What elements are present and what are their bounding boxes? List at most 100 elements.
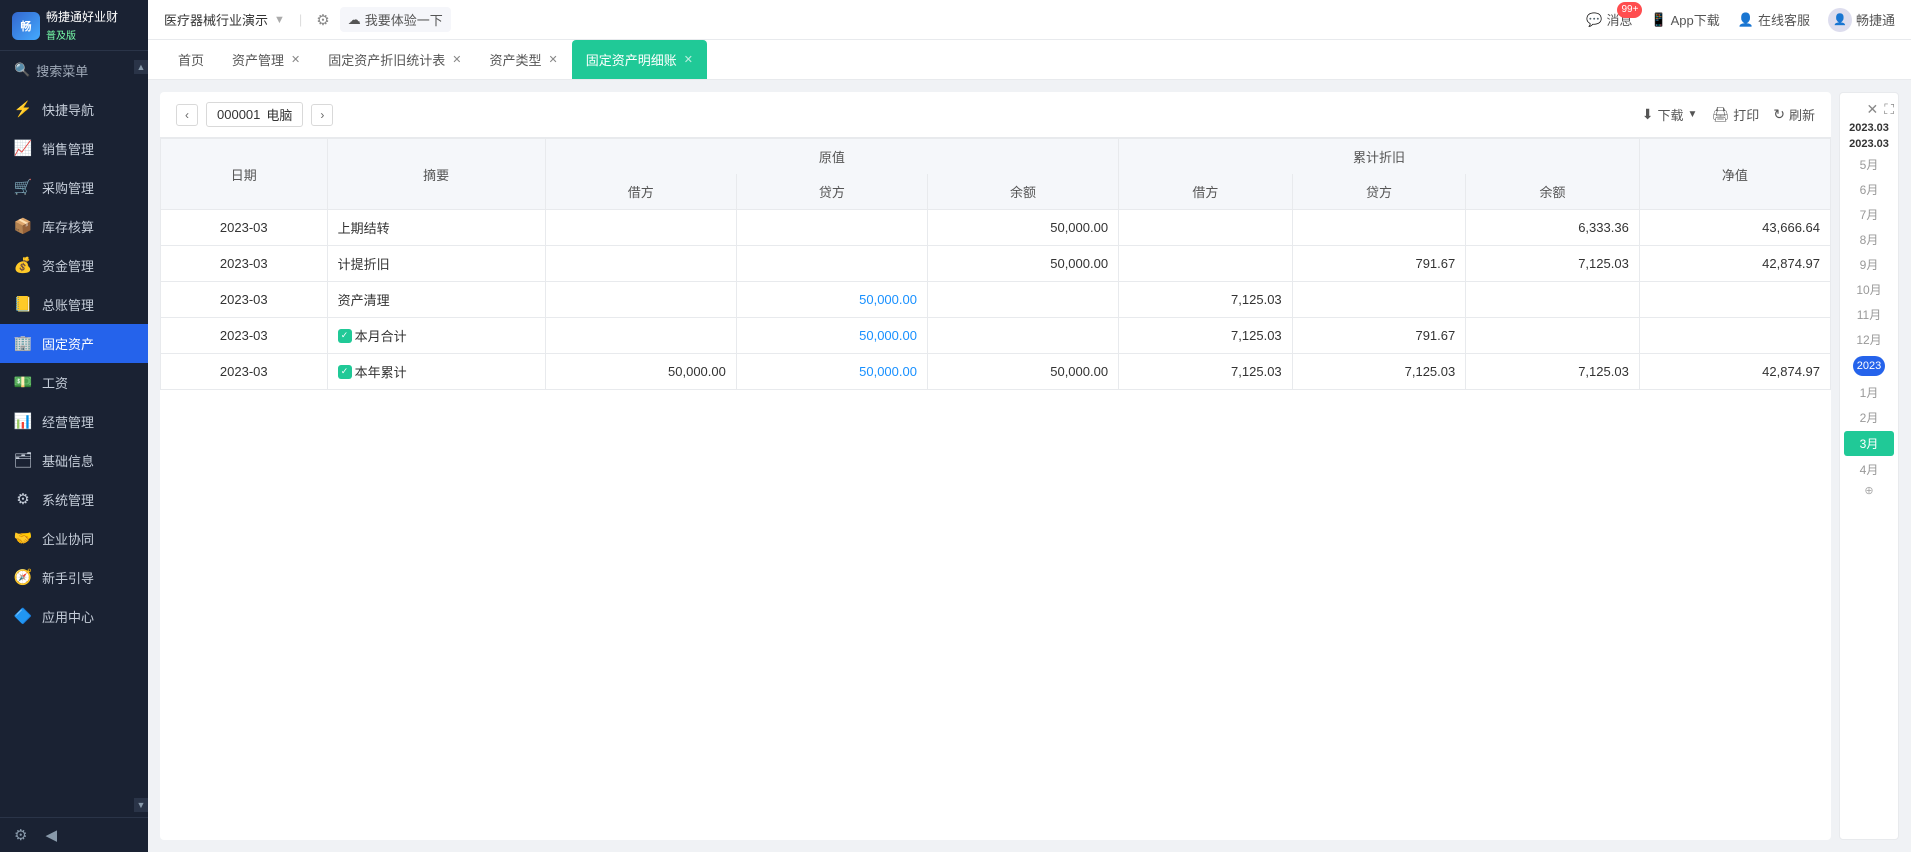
- cell-date: 2023-03: [161, 210, 328, 246]
- tab-asset-type[interactable]: 资产类型 ✕: [475, 40, 571, 79]
- sidebar-item-sales[interactable]: 📈 销售管理: [0, 129, 148, 168]
- timeline-month-item[interactable]: 11月: [1840, 302, 1898, 327]
- asset-prev-button[interactable]: ‹: [176, 104, 198, 126]
- customer-service-button[interactable]: 👤 在线客服: [1738, 10, 1810, 29]
- asset-next-button[interactable]: ›: [311, 104, 333, 126]
- settings-icon[interactable]: ⚙: [14, 826, 27, 844]
- timeline-month-item[interactable]: 2月: [1840, 405, 1898, 430]
- cell-summary: ✓ 本年累计: [327, 354, 545, 390]
- apps-icon: 🔷: [14, 607, 32, 625]
- tab-asset-detail[interactable]: 固定资产明细账 ✕: [572, 40, 707, 79]
- refresh-icon: ↻: [1773, 106, 1785, 123]
- tab-depreciation-stats-label: 固定资产折旧统计表: [328, 50, 445, 69]
- experience-button[interactable]: ☁ 我要体验一下: [340, 7, 451, 32]
- current-year-badge[interactable]: 2023: [1853, 356, 1885, 376]
- refresh-button[interactable]: ↻ 刷新: [1773, 105, 1815, 124]
- refresh-label: 刷新: [1789, 105, 1815, 124]
- cell-orig-balance: [927, 318, 1118, 354]
- company-dropdown-icon[interactable]: ▼: [274, 14, 285, 26]
- cell-orig-balance: [927, 282, 1118, 318]
- tab-home[interactable]: 首页: [164, 40, 218, 79]
- tab-asset-management[interactable]: 资产管理 ✕: [218, 40, 314, 79]
- sidebar-item-inventory[interactable]: 📦 库存核算: [0, 207, 148, 246]
- customer-service-icon: 👤: [1738, 12, 1754, 28]
- cell-dep-balance: 6,333.36: [1466, 210, 1640, 246]
- timeline-month-item[interactable]: 5月: [1840, 152, 1898, 177]
- tab-depreciation-stats[interactable]: 固定资产折旧统计表 ✕: [314, 40, 475, 79]
- timeline-month-item[interactable]: 12月: [1840, 327, 1898, 352]
- tag-summary: ✓ 本年累计: [338, 362, 407, 381]
- sidebar-scroll-down[interactable]: ▼: [134, 798, 148, 812]
- timeline-month-item[interactable]: 4月: [1840, 457, 1898, 482]
- tab-home-label: 首页: [178, 50, 204, 69]
- tag-summary: ✓ 本月合计: [338, 326, 407, 345]
- col-orig-debit: 借方: [545, 174, 736, 210]
- cell-dep-credit: [1292, 210, 1466, 246]
- sidebar-item-enterprise[interactable]: 🤝 企业协同: [0, 519, 148, 558]
- timeline-month-item[interactable]: 7月: [1840, 202, 1898, 227]
- sidebar-item-capital[interactable]: 💰 资金管理: [0, 246, 148, 285]
- sidebar-item-guide[interactable]: 🧭 新手引导: [0, 558, 148, 597]
- sidebar-search[interactable]: 🔍 搜索菜单: [0, 51, 148, 90]
- tab-asset-management-close[interactable]: ✕: [291, 53, 300, 66]
- cell-dep-credit: 791.67: [1292, 318, 1466, 354]
- capital-icon: 💰: [14, 256, 32, 274]
- app-download-button[interactable]: 📱 App下载: [1650, 10, 1719, 29]
- timeline-month-item[interactable]: 9月: [1840, 252, 1898, 277]
- table-row: 2023-03 上期结转 50,000.00 6,333.36 43,666.6…: [161, 210, 1831, 246]
- tab-asset-type-close[interactable]: ✕: [549, 53, 558, 66]
- sidebar-scroll-up[interactable]: ▲: [134, 60, 148, 74]
- sidebar-item-system[interactable]: ⚙ 系统管理: [0, 480, 148, 519]
- settings-gear-icon[interactable]: ⚙: [316, 11, 329, 29]
- timeline-month-item[interactable]: 3月: [1844, 431, 1894, 456]
- sidebar-label-sales: 销售管理: [42, 139, 94, 158]
- sidebar-item-fixed-assets[interactable]: 🏢 固定资产: [0, 324, 148, 363]
- logo-text-group: 畅捷通好业财 普及版: [46, 10, 118, 42]
- enterprise-icon: 🤝: [14, 529, 32, 547]
- timeline-month-item[interactable]: 1月: [1840, 380, 1898, 405]
- download-button[interactable]: ⬇ 下载 ▼: [1642, 105, 1698, 124]
- timeline-month-item[interactable]: 8月: [1840, 227, 1898, 252]
- user-name: 畅捷通: [1856, 10, 1895, 29]
- sidebar-item-business[interactable]: 📊 经营管理: [0, 402, 148, 441]
- cell-orig-credit: 50,000.00: [736, 354, 927, 390]
- col-summary: 摘要: [327, 139, 545, 210]
- cell-net-value: [1639, 282, 1830, 318]
- panel-close-button[interactable]: ✕: [1866, 101, 1878, 118]
- tab-depreciation-stats-close[interactable]: ✕: [452, 53, 461, 66]
- topbar-right: 💬 消息 99+ 📱 App下载 👤 在线客服 👤 畅捷通: [1586, 8, 1895, 32]
- sales-icon: 📈: [14, 139, 32, 157]
- cell-dep-debit: 7,125.03: [1119, 354, 1293, 390]
- asset-code: 000001: [217, 107, 260, 122]
- timeline-month-item[interactable]: 10月: [1840, 277, 1898, 302]
- tab-asset-detail-close[interactable]: ✕: [684, 53, 693, 66]
- message-button[interactable]: 💬 消息 99+: [1586, 10, 1632, 29]
- col-orig-balance: 余额: [927, 174, 1118, 210]
- timeline-month-item[interactable]: 6月: [1840, 177, 1898, 202]
- asset-detail-table: 日期 摘要 原值 累计折旧 净值 借方 贷方 余额 借方 贷方 余额: [160, 138, 1831, 390]
- sidebar-item-ledger[interactable]: 📒 总账管理: [0, 285, 148, 324]
- sidebar-item-basic-info[interactable]: 🗂 基础信息: [0, 441, 148, 480]
- sidebar-item-quick-nav[interactable]: ⚡ 快捷导航: [0, 90, 148, 129]
- download-dropdown-icon: ▼: [1688, 109, 1698, 120]
- purchase-icon: 🛒: [14, 178, 32, 196]
- sidebar: 畅 畅捷通好业财 普及版 🔍 搜索菜单 ▲ ⚡ 快捷导航 📈 销售管理 🛒 采购…: [0, 0, 148, 852]
- cell-date: 2023-03: [161, 318, 328, 354]
- col-dep-credit: 贷方: [1292, 174, 1466, 210]
- sidebar-item-purchase[interactable]: 🛒 采购管理: [0, 168, 148, 207]
- sidebar-item-apps[interactable]: 🔷 应用中心: [0, 597, 148, 636]
- sidebar-label-guide: 新手引导: [42, 568, 94, 587]
- print-button[interactable]: 🖨 打印: [1711, 105, 1759, 124]
- timeline-expand-button[interactable]: ⊕: [1860, 482, 1877, 499]
- quick-nav-icon: ⚡: [14, 100, 32, 118]
- current-year-label: 2023: [1857, 360, 1881, 372]
- panel-expand-button[interactable]: ⛶: [1884, 101, 1894, 118]
- timeline-top-year: 2023.03: [1849, 120, 1889, 136]
- collapse-sidebar-icon[interactable]: ◀: [45, 826, 57, 844]
- sidebar-item-salary[interactable]: 💵 工资: [0, 363, 148, 402]
- user-menu[interactable]: 👤 畅捷通: [1828, 8, 1895, 32]
- cell-dep-debit: 7,125.03: [1119, 318, 1293, 354]
- sidebar-label-capital: 资金管理: [42, 256, 94, 275]
- tab-asset-management-label: 资产管理: [232, 50, 284, 69]
- prev-arrow-icon: ‹: [185, 108, 189, 122]
